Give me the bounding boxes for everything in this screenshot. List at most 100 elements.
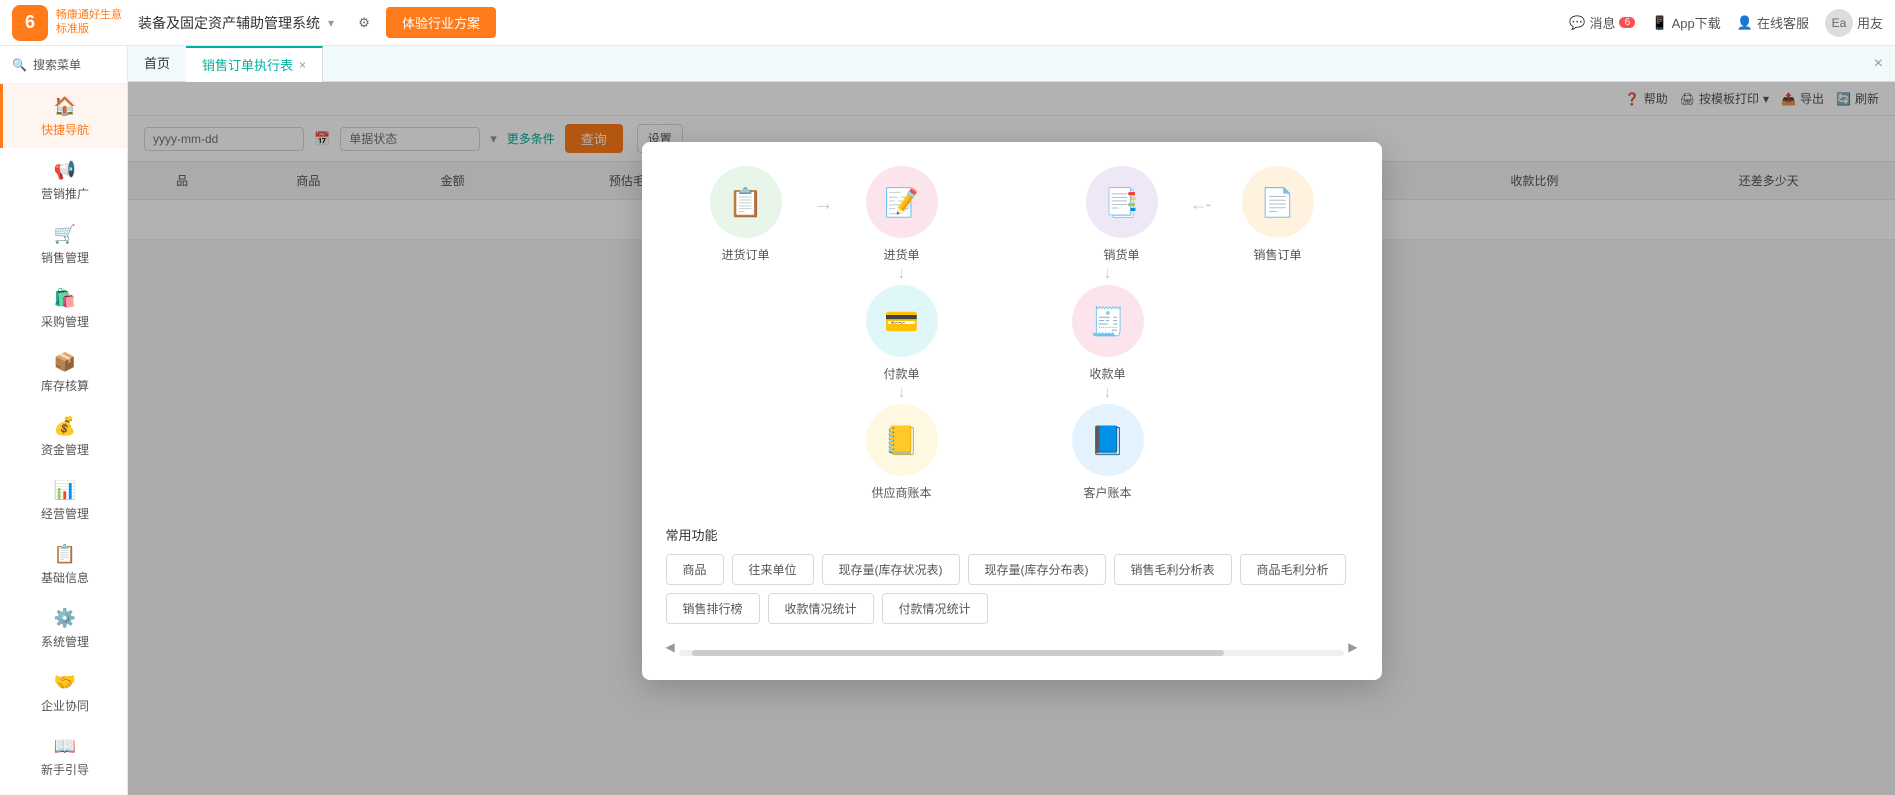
scroll-left-icon[interactable]: ◀ xyxy=(666,640,675,654)
message-label: 消息 xyxy=(1589,13,1615,32)
sidebar-operations-label: 经营管理 xyxy=(41,505,89,522)
sidebar-system-label: 系统管理 xyxy=(41,633,89,650)
message-button[interactable]: 💬 消息 6 xyxy=(1569,13,1635,32)
sidebar-item-enterprise[interactable]: 🤝 企业协同 xyxy=(0,660,127,724)
sidebar-item-marketing[interactable]: 📢 营销推广 xyxy=(0,148,127,212)
app-download-button[interactable]: 📱 App下载 xyxy=(1651,13,1720,32)
receipt-icon: 🧾 xyxy=(1090,305,1125,338)
online-service-button[interactable]: 👤 在线客服 xyxy=(1737,13,1809,32)
cf-btn-payment-stats[interactable]: 付款情况统计 xyxy=(882,593,988,624)
purchase-order-label: 进货订单 xyxy=(721,246,769,263)
top-right: 💬 消息 6 📱 App下载 👤 在线客服 Ea 用友 xyxy=(1569,9,1883,37)
dash-arrow-so-to-sb: ←- xyxy=(1182,194,1218,215)
logo-area: 6 畅康通好生意 标准版 xyxy=(12,5,122,41)
cf-btn-receipt-stats[interactable]: 收款情况统计 xyxy=(768,593,874,624)
payment-label: 付款单 xyxy=(883,365,919,382)
cart-icon: 🛒 xyxy=(54,224,76,245)
modal-scrollbar[interactable] xyxy=(679,650,1345,656)
receipt-label: 收款单 xyxy=(1089,365,1125,382)
sales-order-icon: 📄 xyxy=(1260,186,1295,219)
sidebar-item-inventory[interactable]: 📦 库存核算 xyxy=(0,340,127,404)
flow-node-supplier-ledger: 📒 供应商账本 xyxy=(842,404,962,501)
flow-row-3: 📒 供应商账本 📘 客户账本 xyxy=(666,404,1358,501)
sales-order-circle[interactable]: 📄 xyxy=(1242,166,1314,238)
scroll-right-icon[interactable]: ▶ xyxy=(1348,640,1357,654)
clipboard-icon: 📋 xyxy=(54,544,76,565)
cf-btn-stock-status[interactable]: 现存量(库存状况表) xyxy=(822,554,960,585)
tab-home[interactable]: 首页 xyxy=(128,46,186,82)
tab-close-all-icon[interactable]: × xyxy=(1862,46,1895,82)
payment-circle[interactable]: 💳 xyxy=(866,285,938,357)
avatar-initial: Ea xyxy=(1832,16,1847,30)
sidebar-item-purchase[interactable]: 🛍️ 采购管理 xyxy=(0,276,127,340)
sidebar-purchase-label: 采购管理 xyxy=(41,313,89,330)
cf-buttons-row-2: 销售排行榜 收款情况统计 付款情况统计 xyxy=(666,593,1358,624)
cf-btn-sales-rank[interactable]: 销售排行榜 xyxy=(666,593,760,624)
user-area[interactable]: Ea 用友 xyxy=(1825,9,1883,37)
flow-node-customer-ledger: 📘 客户账本 xyxy=(1048,404,1168,501)
sidebar-item-finance[interactable]: 💰 资金管理 xyxy=(0,404,127,468)
logo-text: 畅康通好生意 标准版 xyxy=(56,9,122,35)
megaphone-icon: 📢 xyxy=(54,160,76,181)
logo-line2: 标准版 xyxy=(56,23,122,36)
sidebar-item-sales[interactable]: 🛒 销售管理 xyxy=(0,212,127,276)
tab-bar: 首页 销售订单执行表 × × xyxy=(128,46,1895,82)
purchase-bill-icon: 📝 xyxy=(884,186,919,219)
supplier-ledger-circle[interactable]: 📒 xyxy=(866,404,938,476)
supplier-ledger-label: 供应商账本 xyxy=(871,484,931,501)
purchase-bill-label: 进货单 xyxy=(883,246,919,263)
book-icon: 📖 xyxy=(54,736,76,757)
sidebar-item-basic-info[interactable]: 📋 基础信息 xyxy=(0,532,127,596)
tab-sales-order[interactable]: 销售订单执行表 × xyxy=(186,46,323,82)
try-industry-button[interactable]: 体验行业方案 xyxy=(386,7,496,38)
arrow-down-pb: ↓ xyxy=(898,265,906,283)
download-icon: 📱 xyxy=(1651,15,1667,31)
flow-row-2: 💳 付款单 🧾 收款单 xyxy=(666,285,1358,382)
bag-icon: 🛍️ xyxy=(54,288,76,309)
online-service-label: 在线客服 xyxy=(1757,13,1809,32)
sidebar-marketing-label: 营销推广 xyxy=(41,185,89,202)
tab-close-icon[interactable]: × xyxy=(299,58,306,72)
search-icon: 🔍 xyxy=(12,58,27,72)
flow-node-receipt: 🧾 收款单 xyxy=(1048,285,1168,382)
cf-buttons-row-1: 商品 往来单位 现存量(库存状况表) 现存量(库存分布表) 销售毛利分析表 商品… xyxy=(666,554,1358,585)
receipt-circle[interactable]: 🧾 xyxy=(1072,285,1144,357)
common-functions-section: 常用功能 商品 往来单位 现存量(库存状况表) 现存量(库存分布表) 销售毛利分… xyxy=(666,525,1358,624)
service-icon: 👤 xyxy=(1737,15,1753,31)
purchase-bill-circle[interactable]: 📝 xyxy=(866,166,938,238)
sidebar-item-guide[interactable]: 📖 新手引导 xyxy=(0,724,127,788)
arrow-down-receipt: ↓ xyxy=(1104,384,1112,402)
page-content: ❓ 帮助 🖨 按模板打印 ▾ 📤 导出 🔄 刷新 xyxy=(128,82,1895,795)
sidebar-enterprise-label: 企业协同 xyxy=(41,697,89,714)
settings-button[interactable]: ⚙ xyxy=(350,9,378,37)
sidebar-item-system[interactable]: ⚙️ 系统管理 xyxy=(0,596,127,660)
flow-node-purchase-order: 📋 进货订单 xyxy=(686,166,806,263)
app-download-label: App下载 xyxy=(1672,13,1721,32)
flow-arrows-down: ↓ ↓ xyxy=(666,263,1358,285)
flow-node-sales-order: 📄 销售订单 xyxy=(1218,166,1338,263)
sales-bill-circle[interactable]: 📑 xyxy=(1086,166,1158,238)
cf-btn-stock-dist[interactable]: 现存量(库存分布表) xyxy=(968,554,1106,585)
message-icon: 💬 xyxy=(1569,15,1585,31)
sidebar-item-quick-nav[interactable]: 🏠 快捷导航 xyxy=(0,84,127,148)
purchase-order-circle[interactable]: 📋 xyxy=(710,166,782,238)
modal-scrollbar-thumb xyxy=(692,650,1224,656)
cf-btn-product-gross[interactable]: 商品毛利分析 xyxy=(1240,554,1346,585)
chart-icon: 📊 xyxy=(54,480,76,501)
customer-ledger-label: 客户账本 xyxy=(1083,484,1131,501)
cf-btn-sales-gross[interactable]: 销售毛利分析表 xyxy=(1114,554,1232,585)
sidebar-basic-info-label: 基础信息 xyxy=(41,569,89,586)
cf-btn-product[interactable]: 商品 xyxy=(666,554,724,585)
customer-ledger-circle[interactable]: 📘 xyxy=(1072,404,1144,476)
purchase-order-icon: 📋 xyxy=(728,186,763,219)
modal-box: 📋 进货订单 → 📝 xyxy=(642,142,1382,680)
system-dropdown[interactable]: ▾ xyxy=(328,16,334,30)
common-functions-title: 常用功能 xyxy=(666,525,1358,544)
money-icon: 💰 xyxy=(54,416,76,437)
sidebar-quick-nav-label: 快捷导航 xyxy=(41,121,89,138)
arrow-po-to-pb: → xyxy=(806,193,842,216)
cf-btn-partners[interactable]: 往来单位 xyxy=(732,554,814,585)
payment-icon: 💳 xyxy=(884,305,919,338)
sidebar-item-operations[interactable]: 📊 经营管理 xyxy=(0,468,127,532)
search-menu-item[interactable]: 🔍 搜索菜单 xyxy=(0,46,127,84)
